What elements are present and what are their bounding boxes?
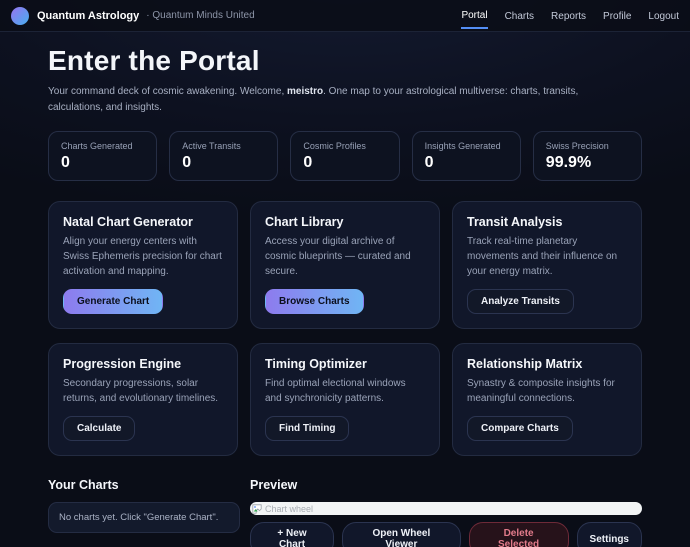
chart-wheel-broken-image: Chart wheel [250,502,642,515]
feature-description: Align your energy centers with Swiss Eph… [63,236,222,277]
feature-title: Timing Optimizer [265,357,367,371]
new-chart-button[interactable]: + New Chart [250,522,335,547]
settings-button[interactable]: Settings [576,522,642,547]
open-wheel-viewer-button[interactable]: Open Wheel Viewer [342,522,461,547]
feature-title: Progression Engine [63,357,182,371]
stat-value: 0 [424,154,434,171]
feature-card-natal-chart-generator: Natal Chart Generator Align your energy … [48,201,238,329]
preview-section: Preview Chart wheel + New Chart Open Whe… [250,478,642,547]
brand-suffix: · Quantum Minds United [146,10,255,21]
broken-image-icon [252,503,262,514]
preview-buttons-row: + New Chart Open Wheel Viewer Delete Sel… [250,522,642,547]
stat-value: 0 [182,154,192,171]
calculate-button[interactable]: Calculate [63,416,136,441]
stat-label: Cosmic Profiles [303,141,366,151]
stat-value: 99.9% [545,154,592,171]
feature-card-transit-analysis: Transit Analysis Track real-time planeta… [452,201,642,329]
find-timing-button[interactable]: Find Timing [265,416,350,441]
stat-card-active-transits: Active Transits 0 [169,131,279,181]
analyze-transits-button[interactable]: Analyze Transits [467,289,574,314]
page-subtitle: Your command deck of cosmic awakening. W… [48,84,616,116]
stat-label: Insights Generated [424,141,501,151]
nav-link-portal[interactable]: Portal [461,2,488,29]
feature-title: Transit Analysis [467,215,563,229]
your-charts-section: Your Charts No charts yet. Click "Genera… [48,478,240,547]
browse-charts-button[interactable]: Browse Charts [265,289,364,314]
nav-link-reports[interactable]: Reports [551,3,586,28]
brand-logo-icon [11,6,29,25]
feature-card-relationship-matrix: Relationship Matrix Synastry & composite… [452,343,642,456]
stat-label: Swiss Precision [545,141,609,151]
feature-description: Access your digital archive of cosmic bl… [265,236,411,277]
preview-heading: Preview [250,478,298,492]
stat-card-swiss-precision: Swiss Precision 99.9% [532,131,642,181]
nav-link-profile[interactable]: Profile [603,3,631,28]
your-charts-heading: Your Charts [48,478,119,492]
feature-title: Relationship Matrix [467,357,583,371]
feature-description: Find optimal electional windows and sync… [265,378,406,404]
nav-link-logout[interactable]: Logout [648,3,679,28]
stat-label: Charts Generated [61,141,133,151]
stat-value: 0 [61,154,70,171]
feature-card-timing-optimizer: Timing Optimizer Find optimal electional… [250,343,440,456]
main-content: Enter the Portal Your command deck of co… [0,45,690,547]
nav-link-charts[interactable]: Charts [505,3,534,28]
nav-links: Portal Charts Reports Profile Logout [461,2,679,29]
feature-card-chart-library: Chart Library Access your digital archiv… [250,201,440,329]
subtitle-username: meistro [287,86,324,97]
stat-card-charts-generated: Charts Generated 0 [48,131,158,181]
delete-selected-button[interactable]: Delete Selected [468,522,569,547]
feature-description: Secondary progressions, solar returns, a… [63,378,219,404]
broken-image-alt-text: Chart wheel [265,503,314,514]
stat-card-insights-generated: Insights Generated 0 [411,131,521,181]
stats-row: Charts Generated 0 Active Transits 0 Cos… [48,131,642,181]
feature-title: Chart Library [265,215,344,229]
generate-chart-button[interactable]: Generate Chart [63,289,164,314]
stat-card-cosmic-profiles: Cosmic Profiles 0 [290,131,400,181]
feature-description: Synastry & composite insights for meanin… [467,378,615,404]
subtitle-text-before: Your command deck of cosmic awakening. W… [48,86,287,97]
page-title: Enter the Portal [48,45,260,76]
bottom-section: Your Charts No charts yet. Click "Genera… [48,478,642,547]
top-nav: Quantum Astrology · Quantum Minds United… [0,0,690,32]
feature-card-progression-engine: Progression Engine Secondary progression… [48,343,238,456]
brand-name: Quantum Astrology [37,9,140,22]
feature-description: Track real-time planetary movements and … [467,236,618,277]
stat-label: Active Transits [182,141,241,151]
chart-list-empty-state: No charts yet. Click "Generate Chart". [48,502,240,533]
feature-grid: Natal Chart Generator Align your energy … [48,201,642,456]
feature-title: Natal Chart Generator [63,215,193,229]
compare-charts-button[interactable]: Compare Charts [467,416,573,441]
stat-value: 0 [303,154,313,171]
